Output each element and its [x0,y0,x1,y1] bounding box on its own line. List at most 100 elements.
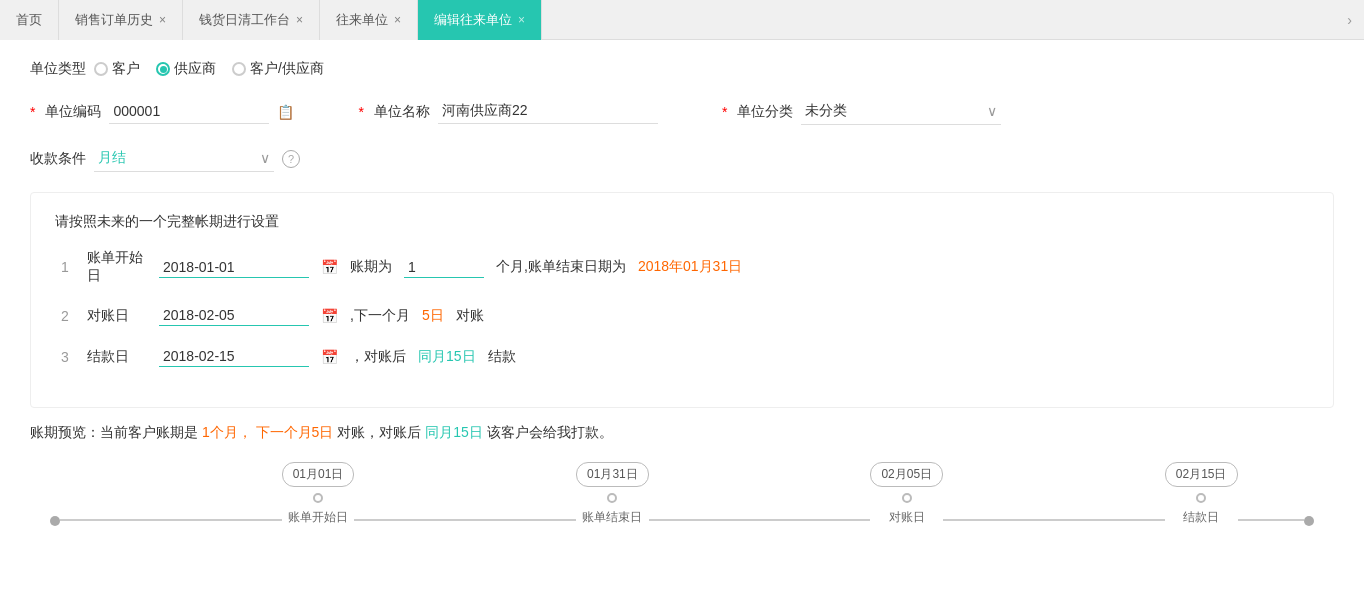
dropdown-arrow-payment: ∨ [260,150,270,166]
period-label-2: 对账日 [87,307,147,325]
preview-part1: 1个月， [202,424,252,440]
period-title: 请按照未来的一个完整帐期进行设置 [55,213,1309,231]
start-dot [50,516,60,526]
radio-customer-label: 客户 [112,60,140,78]
radio-supplier[interactable]: 供应商 [156,60,216,78]
preview-part5: 该客户会给我打款。 [487,424,613,440]
preview-part4: 同月15日 [425,424,483,440]
unit-code-label: 单位编码 [45,103,101,121]
chevron-right-icon: › [1347,12,1352,28]
tab-cash-work-label: 钱货日清工作台 [199,11,290,29]
timeline-label-4: 结款日 [1183,509,1219,526]
unit-code-star: * [30,104,35,120]
period-box: 请按照未来的一个完整帐期进行设置 1 账单开始日 📅 账期为 个月,账单结束日期… [30,192,1334,408]
unit-category-label: 单位分类 [737,103,793,121]
tab-sales-order[interactable]: 销售订单历史 × [59,0,183,40]
period-suffix-text-2: ,下一个月 [350,307,410,325]
period-suffix-highlight-2: 5日 [422,307,444,325]
period-label-1: 账单开始日 [87,249,147,285]
tab-edit-partner-label: 编辑往来单位 [434,11,512,29]
timeline-line-0 [60,519,282,521]
dropdown-arrow-category: ∨ [987,103,997,119]
calendar-icon-1[interactable]: 📅 [321,259,338,275]
calendar-icon-2[interactable]: 📅 [321,308,338,324]
unit-category-star: * [722,104,727,120]
close-icon-edit[interactable]: × [518,13,525,27]
unit-type-field: 单位类型 客户 供应商 客户/供应商 [30,60,324,78]
calendar-icon-code[interactable]: 📋 [277,104,294,120]
tab-more-button[interactable]: › [1335,0,1364,40]
payment-terms-label: 收款条件 [30,150,86,168]
payment-terms-dropdown[interactable]: 月结 ∨ [94,145,274,172]
radio-circle-supplier [156,62,170,76]
preview-part3: 对账，对账后 [337,424,421,440]
timeline-label-1: 账单开始日 [288,509,348,526]
tab-sales-order-label: 销售订单历史 [75,11,153,29]
radio-circle-both [232,62,246,76]
timeline-label-3: 对账日 [889,509,925,526]
unit-name-input[interactable] [438,99,658,124]
timeline-node-1: 01月01日 账单开始日 [282,462,355,526]
tab-bar: 首页 销售订单历史 × 钱货日清工作台 × 往来单位 × 编辑往来单位 × › [0,0,1364,40]
period-num-1: 1 [55,259,75,275]
period-date-input-1[interactable] [159,257,309,278]
close-icon-sales[interactable]: × [159,13,166,27]
timeline-line-1 [354,519,576,521]
radio-circle-customer [94,62,108,76]
close-icon-cash[interactable]: × [296,13,303,27]
period-num-input-1[interactable] [404,257,484,278]
period-row-2: 2 对账日 📅 ,下一个月 5日 对账 [55,305,1309,326]
timeline-dot-3 [902,493,912,503]
period-suffix-end-2: 对账 [456,307,484,325]
radio-both[interactable]: 客户/供应商 [232,60,324,78]
period-end-date-1: 2018年01月31日 [638,258,742,276]
timeline-pill-3: 02月05日 [870,462,943,487]
radio-customer[interactable]: 客户 [94,60,140,78]
payment-terms-field: 收款条件 月结 ∨ ? [30,145,300,172]
end-dot [1304,516,1314,526]
payment-terms-value: 月结 [98,149,252,167]
radio-both-label: 客户/供应商 [250,60,324,78]
preview-section: 账期预览：当前客户账期是 1个月， 下一个月5日 对账，对账后 同月15日 该客… [30,424,1334,442]
timeline-node-4: 02月15日 结款日 [1165,462,1238,526]
unit-info-row: * 单位编码 📋 * 单位名称 * 单位分类 未分类 ∨ [30,98,1334,125]
tab-cash-work[interactable]: 钱货日清工作台 × [183,0,320,40]
close-icon-partner[interactable]: × [394,13,401,27]
period-label-3: 结款日 [87,348,147,366]
preview-label: 账期预览：当前客户账期是 [30,424,198,440]
unit-category-select[interactable]: 未分类 ∨ [801,98,1001,125]
help-icon[interactable]: ? [282,150,300,168]
unit-type-label: 单位类型 [30,60,86,78]
unit-code-input[interactable] [109,99,269,124]
period-num-3: 3 [55,349,75,365]
tab-home-label: 首页 [16,11,42,29]
unit-name-star: * [358,104,363,120]
timeline-label-2: 账单结束日 [582,509,642,526]
timeline-dot-2 [607,493,617,503]
tab-home[interactable]: 首页 [0,0,59,40]
tab-partner[interactable]: 往来单位 × [320,0,418,40]
unit-type-radio-group: 客户 供应商 客户/供应商 [94,60,324,78]
timeline-pill-4: 02月15日 [1165,462,1238,487]
timeline-pill-1: 01月01日 [282,462,355,487]
period-date-input-2[interactable] [159,305,309,326]
main-content: 单位类型 客户 供应商 客户/供应商 * 单位编码 [0,40,1364,608]
timeline-node-2: 01月31日 账单结束日 [576,462,649,526]
preview-part2: 下一个月5日 [256,424,334,440]
period-suffix-highlight-3: 同月15日 [418,348,476,366]
unit-code-field: * 单位编码 📋 [30,99,294,124]
tab-edit-partner[interactable]: 编辑往来单位 × [418,0,542,40]
timeline-node-3: 02月05日 对账日 [870,462,943,526]
period-prefix-1: 账期为 [350,258,392,276]
timeline: 01月01日 账单开始日 01月31日 账单结束日 02月05日 对账日 02月… [30,462,1334,526]
period-row-3: 3 结款日 📅 ，对账后 同月15日 结款 [55,346,1309,367]
period-num-2: 2 [55,308,75,324]
timeline-dot-4 [1196,493,1206,503]
period-suffix-text-3: ，对账后 [350,348,406,366]
period-suffix-1: 个月,账单结束日期为 [496,258,626,276]
unit-category-field: * 单位分类 未分类 ∨ [722,98,1001,125]
unit-name-field: * 单位名称 [358,99,657,124]
calendar-icon-3[interactable]: 📅 [321,349,338,365]
period-suffix-end-3: 结款 [488,348,516,366]
period-date-input-3[interactable] [159,346,309,367]
